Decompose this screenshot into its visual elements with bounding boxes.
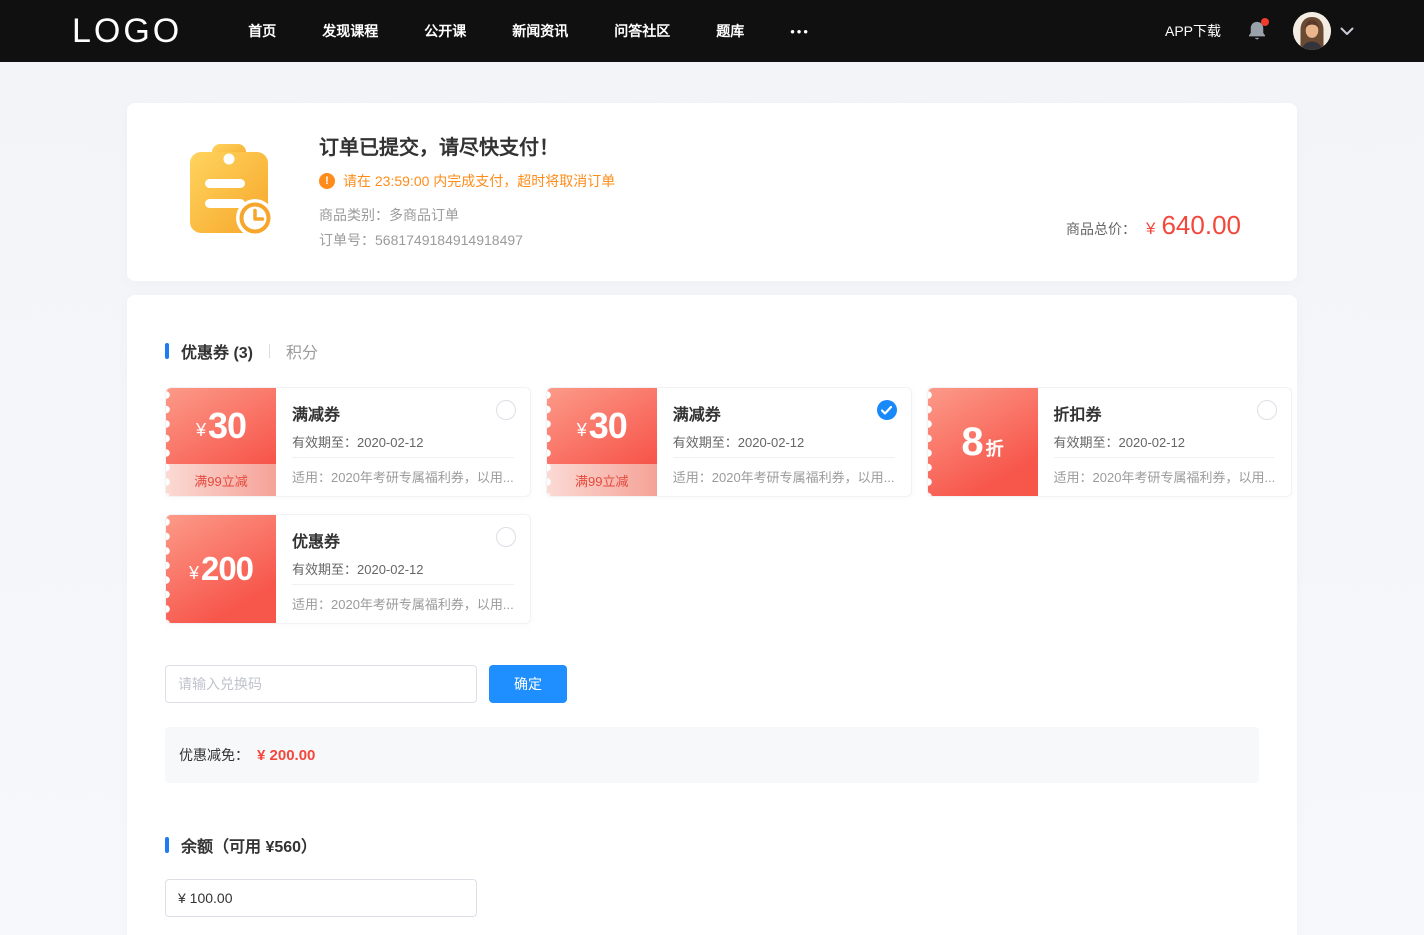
redeem-confirm-button[interactable]: 确定 xyxy=(489,665,567,703)
nav-more-icon[interactable]: ••• xyxy=(790,24,810,39)
nav-item-home[interactable]: 首页 xyxy=(248,21,276,41)
discount-label: 优惠减免： xyxy=(179,745,249,765)
coupon-expiry: 有效期至：2020-02-12 xyxy=(292,559,514,578)
order-total-price: 商品总价： ¥ 640.00 xyxy=(1066,210,1241,241)
nav-menu: 首页 发现课程 公开课 新闻资讯 问答社区 题库 ••• xyxy=(248,21,810,41)
order-number: 订单号：5681749184914918497 xyxy=(319,228,615,253)
coupon-scope: 适用：2020年考研专属福利券，以用... xyxy=(673,457,895,496)
discount-summary-row: 优惠减免： ¥ 200.00 xyxy=(165,727,1259,783)
nav-right-cluster: APP下载 xyxy=(1165,12,1354,50)
redeem-code-input[interactable] xyxy=(165,665,477,703)
section-accent-bar xyxy=(165,837,169,853)
warning-text: 请在 23:59:00 内完成支付，超时将取消订单 xyxy=(343,171,615,191)
coupon-currency: ¥ xyxy=(196,420,206,441)
coupon-card-voucher[interactable]: ¥ 200 优惠券 有效期至：2020-02-12 适用：2020年考研专属福利… xyxy=(165,514,531,624)
order-meta: 商品类别：多商品订单 订单号：5681749184914918497 xyxy=(319,203,615,253)
coupon-amount: 8 xyxy=(961,420,982,465)
coupon-list: ¥ 30 满99立减 满减券 有效期至：2020-02-12 适用：2020年考… xyxy=(165,387,1259,624)
coupon-section-header: 优惠券 (3) 积分 xyxy=(165,339,1259,363)
coupon-value-stub: 8 折 xyxy=(928,388,1038,496)
tab-coupons[interactable]: 优惠券 (3) xyxy=(181,339,253,363)
notification-bell-icon[interactable] xyxy=(1247,20,1267,42)
coupon-currency: ¥ xyxy=(577,420,587,441)
order-status-title: 订单已提交，请尽快支付！ xyxy=(319,131,615,160)
warning-icon: ! xyxy=(319,173,335,189)
payment-deadline-warning: ! 请在 23:59:00 内完成支付，超时将取消订单 xyxy=(319,171,615,191)
coupon-amount: 30 xyxy=(208,405,246,447)
coupon-radio-checked[interactable] xyxy=(877,400,897,420)
coupon-value-stub: ¥ 200 xyxy=(166,515,276,623)
coupon-radio-unchecked[interactable] xyxy=(496,527,516,547)
coupon-title: 折扣券 xyxy=(1054,401,1276,425)
coupon-scope: 适用：2020年考研专属福利券，以用... xyxy=(292,457,514,496)
discount-value: ¥ 200.00 xyxy=(257,747,315,764)
coupon-amount-suffix: 折 xyxy=(986,435,1004,461)
notification-badge xyxy=(1261,18,1269,26)
app-download-link[interactable]: APP下载 xyxy=(1165,21,1221,41)
coupon-value-stub: ¥ 30 满99立减 xyxy=(166,388,276,496)
coupon-currency: ¥ xyxy=(189,563,199,584)
nav-item-discover-courses[interactable]: 发现课程 xyxy=(322,21,378,41)
coupon-condition-badge: 满99立减 xyxy=(166,464,276,496)
coupon-value-stub: ¥ 30 满99立减 xyxy=(547,388,657,496)
order-submitted-banner: 订单已提交，请尽快支付！ ! 请在 23:59:00 内完成支付，超时将取消订单… xyxy=(127,103,1297,281)
coupon-condition-badge: 满99立减 xyxy=(547,464,657,496)
coupon-radio-unchecked[interactable] xyxy=(496,400,516,420)
payment-options-card: 优惠券 (3) 积分 ¥ 30 满99立减 满减券 有效期至：2020-02-1… xyxy=(127,295,1297,935)
coupon-card-full-reduction-1[interactable]: ¥ 30 满99立减 满减券 有效期至：2020-02-12 适用：2020年考… xyxy=(165,387,531,497)
balance-title: 余额（可用 ¥560） xyxy=(181,833,317,857)
coupon-scope: 适用：2020年考研专属福利券，以用... xyxy=(1054,457,1276,496)
total-price-label: 商品总价： xyxy=(1066,219,1136,239)
user-avatar[interactable] xyxy=(1293,12,1331,50)
nav-item-qa-community[interactable]: 问答社区 xyxy=(614,21,670,41)
logo[interactable]: LOGO xyxy=(72,12,182,51)
order-clipboard-icon xyxy=(185,142,273,243)
currency-symbol: ¥ xyxy=(1146,219,1155,239)
nav-item-news[interactable]: 新闻资讯 xyxy=(512,21,568,41)
nav-item-question-bank[interactable]: 题库 xyxy=(716,21,744,41)
tab-points[interactable]: 积分 xyxy=(286,339,318,363)
coupon-card-discount[interactable]: 8 折 折扣券 有效期至：2020-02-12 适用：2020年考研专属福利券，… xyxy=(927,387,1293,497)
coupon-title: 满减券 xyxy=(292,401,514,425)
coupon-amount: 30 xyxy=(589,405,627,447)
chevron-down-icon xyxy=(1340,27,1354,36)
nav-item-open-courses[interactable]: 公开课 xyxy=(424,21,466,41)
order-info: 订单已提交，请尽快支付！ ! 请在 23:59:00 内完成支付，超时将取消订单… xyxy=(319,131,615,253)
total-price-value: 640.00 xyxy=(1161,210,1241,241)
balance-input-row xyxy=(165,879,1259,917)
coupon-scope: 适用：2020年考研专属福利券，以用... xyxy=(292,584,514,623)
top-nav: LOGO 首页 发现课程 公开课 新闻资讯 问答社区 题库 ••• APP下载 xyxy=(0,0,1424,62)
coupon-title: 优惠券 xyxy=(292,528,514,552)
balance-amount-input[interactable] xyxy=(165,879,477,917)
coupon-card-full-reduction-2[interactable]: ¥ 30 满99立减 满减券 有效期至：2020-02-12 适用：2020年考… xyxy=(546,387,912,497)
coupon-expiry: 有效期至：2020-02-12 xyxy=(292,432,514,451)
tab-divider xyxy=(269,344,270,358)
coupon-expiry: 有效期至：2020-02-12 xyxy=(673,432,895,451)
coupon-amount: 200 xyxy=(201,550,253,588)
balance-section-header: 余额（可用 ¥560） xyxy=(165,833,1259,857)
coupon-title: 满减券 xyxy=(673,401,895,425)
order-category: 商品类别：多商品订单 xyxy=(319,203,615,228)
redeem-code-row: 确定 xyxy=(165,665,1259,703)
user-menu[interactable] xyxy=(1293,12,1354,50)
section-accent-bar xyxy=(165,343,169,359)
coupon-expiry: 有效期至：2020-02-12 xyxy=(1054,432,1276,451)
